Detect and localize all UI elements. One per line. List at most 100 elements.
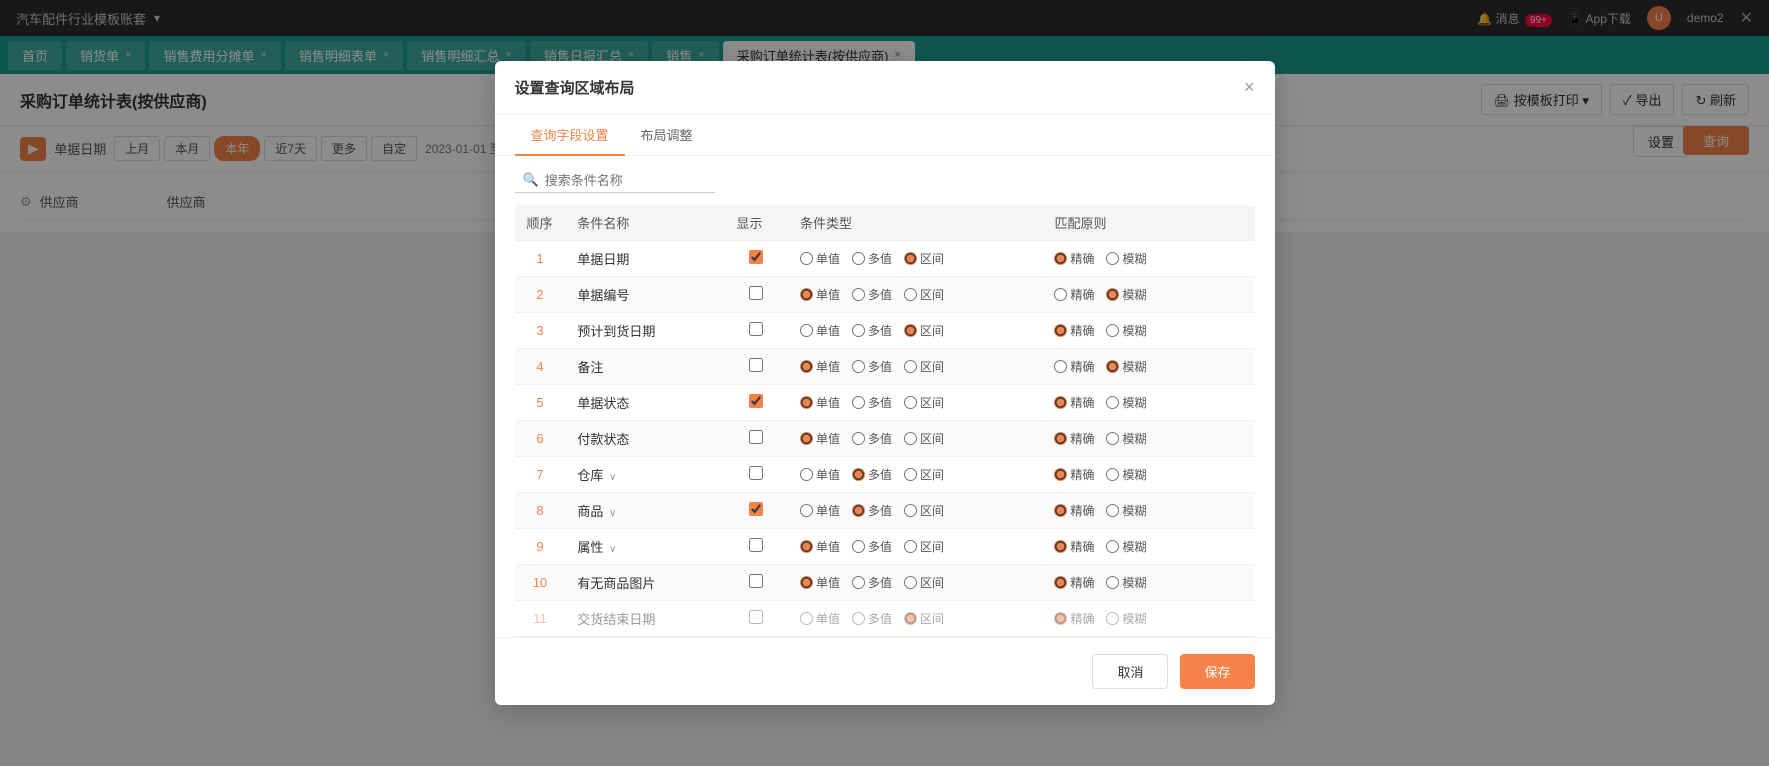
match-fuzzy-radio[interactable] [1106, 324, 1119, 337]
row-show [724, 313, 788, 349]
modal-table-wrap: 顺序 条件名称 显示 条件类型 匹配原则 1 单据日期 [495, 205, 1275, 637]
match-exact-radio[interactable] [1054, 324, 1067, 337]
type-range-radio[interactable] [904, 324, 917, 337]
modal-title: 设置查询区域布局 [515, 77, 635, 98]
match-exact-radio[interactable] [1054, 504, 1067, 517]
type-multi-radio[interactable] [852, 396, 865, 409]
match-exact-label[interactable]: 精确 [1054, 250, 1094, 267]
match-exact-radio[interactable] [1054, 540, 1067, 553]
match-exact-radio[interactable] [1054, 576, 1067, 589]
type-single-radio[interactable] [800, 540, 813, 553]
type-multi-radio[interactable] [852, 324, 865, 337]
save-button[interactable]: 保存 [1180, 654, 1254, 689]
match-fuzzy-radio[interactable] [1106, 288, 1119, 301]
type-multi-radio[interactable] [852, 540, 865, 553]
search-input[interactable] [545, 173, 705, 188]
type-single-radio[interactable] [800, 504, 813, 517]
table-row: 9 属性 ∨ 单值 多值 区间 精确 [515, 529, 1255, 565]
type-single-radio[interactable] [800, 360, 813, 373]
type-single-radio[interactable] [800, 324, 813, 337]
modal-close-btn[interactable]: × [1244, 77, 1255, 98]
type-single-radio[interactable] [800, 252, 813, 265]
type-range-label[interactable]: 区间 [904, 250, 944, 267]
table-row: 6 付款状态 单值 多值 区间 精确 [515, 421, 1255, 457]
type-multi-label[interactable]: 多值 [852, 250, 892, 267]
type-range-radio[interactable] [904, 612, 917, 625]
type-single-radio[interactable] [800, 432, 813, 445]
match-fuzzy-radio[interactable] [1106, 252, 1119, 265]
row-match: 精确 模糊 [1042, 565, 1254, 601]
match-fuzzy-radio[interactable] [1106, 540, 1119, 553]
type-range-radio[interactable] [904, 468, 917, 481]
match-fuzzy-radio[interactable] [1106, 360, 1119, 373]
row-show [724, 241, 788, 277]
type-single-radio[interactable] [800, 576, 813, 589]
show-checkbox[interactable] [749, 358, 763, 372]
type-multi-radio[interactable] [852, 612, 865, 625]
row-name: 有无商品图片 [565, 565, 724, 601]
match-fuzzy-label[interactable]: 模糊 [1106, 250, 1146, 267]
show-checkbox[interactable] [749, 610, 763, 624]
type-range-radio[interactable] [904, 288, 917, 301]
type-range-radio[interactable] [904, 252, 917, 265]
type-multi-radio[interactable] [852, 468, 865, 481]
type-multi-radio[interactable] [852, 360, 865, 373]
show-checkbox[interactable] [749, 394, 763, 408]
type-range-radio[interactable] [904, 432, 917, 445]
type-multi-radio[interactable] [852, 288, 865, 301]
match-exact-radio[interactable] [1054, 396, 1067, 409]
show-checkbox[interactable] [749, 502, 763, 516]
row-type: 单值 多值 区间 [788, 529, 1042, 565]
show-checkbox[interactable] [749, 430, 763, 444]
type-range-radio[interactable] [904, 504, 917, 517]
tab-layout[interactable]: 布局调整 [625, 115, 709, 156]
match-exact-radio[interactable] [1054, 468, 1067, 481]
show-checkbox[interactable] [749, 322, 763, 336]
type-single-label[interactable]: 单值 [800, 250, 840, 267]
match-exact-radio[interactable] [1054, 252, 1067, 265]
row-match: 精确 模糊 [1042, 385, 1254, 421]
show-checkbox[interactable] [749, 574, 763, 588]
type-range-radio[interactable] [904, 540, 917, 553]
type-multi-radio[interactable] [852, 576, 865, 589]
modal-footer: 取消 保存 [495, 637, 1275, 705]
search-box: 🔍 [515, 168, 715, 193]
match-exact-radio[interactable] [1054, 432, 1067, 445]
row-order: 3 [515, 313, 566, 349]
type-range-radio[interactable] [904, 396, 917, 409]
type-multi-radio[interactable] [852, 432, 865, 445]
match-fuzzy-radio[interactable] [1106, 432, 1119, 445]
row-match: 精确 模糊 [1042, 349, 1254, 385]
match-fuzzy-radio[interactable] [1106, 468, 1119, 481]
show-checkbox[interactable] [749, 538, 763, 552]
type-single-radio[interactable] [800, 396, 813, 409]
match-fuzzy-radio[interactable] [1106, 576, 1119, 589]
type-single-radio[interactable] [800, 612, 813, 625]
match-fuzzy-radio[interactable] [1106, 504, 1119, 517]
match-fuzzy-radio[interactable] [1106, 396, 1119, 409]
settings-modal: 设置查询区域布局 × 查询字段设置 布局调整 🔍 顺序 条件名称 显示 [495, 61, 1275, 705]
table-row: 5 单据状态 单值 多值 区间 精确 [515, 385, 1255, 421]
table-row: 1 单据日期 单值 多值 区间 精确 [515, 241, 1255, 277]
modal-header: 设置查询区域布局 × [495, 61, 1275, 115]
row-match: 精确 模糊 [1042, 313, 1254, 349]
match-exact-radio[interactable] [1054, 288, 1067, 301]
match-fuzzy-radio[interactable] [1106, 612, 1119, 625]
type-multi-radio[interactable] [852, 252, 865, 265]
show-checkbox[interactable] [749, 286, 763, 300]
type-single-radio[interactable] [800, 468, 813, 481]
type-multi-radio[interactable] [852, 504, 865, 517]
match-exact-radio[interactable] [1054, 360, 1067, 373]
cancel-button[interactable]: 取消 [1092, 654, 1168, 689]
type-single-radio[interactable] [800, 288, 813, 301]
col-header-match: 匹配原则 [1042, 205, 1254, 241]
type-range-radio[interactable] [904, 576, 917, 589]
col-header-show: 显示 [724, 205, 788, 241]
match-exact-radio[interactable] [1054, 612, 1067, 625]
show-checkbox[interactable] [749, 250, 763, 264]
show-checkbox[interactable] [749, 466, 763, 480]
type-range-radio[interactable] [904, 360, 917, 373]
row-order: 7 [515, 457, 566, 493]
tab-query-fields[interactable]: 查询字段设置 [515, 115, 625, 156]
row-type: 单值 多值 区间 [788, 277, 1042, 313]
